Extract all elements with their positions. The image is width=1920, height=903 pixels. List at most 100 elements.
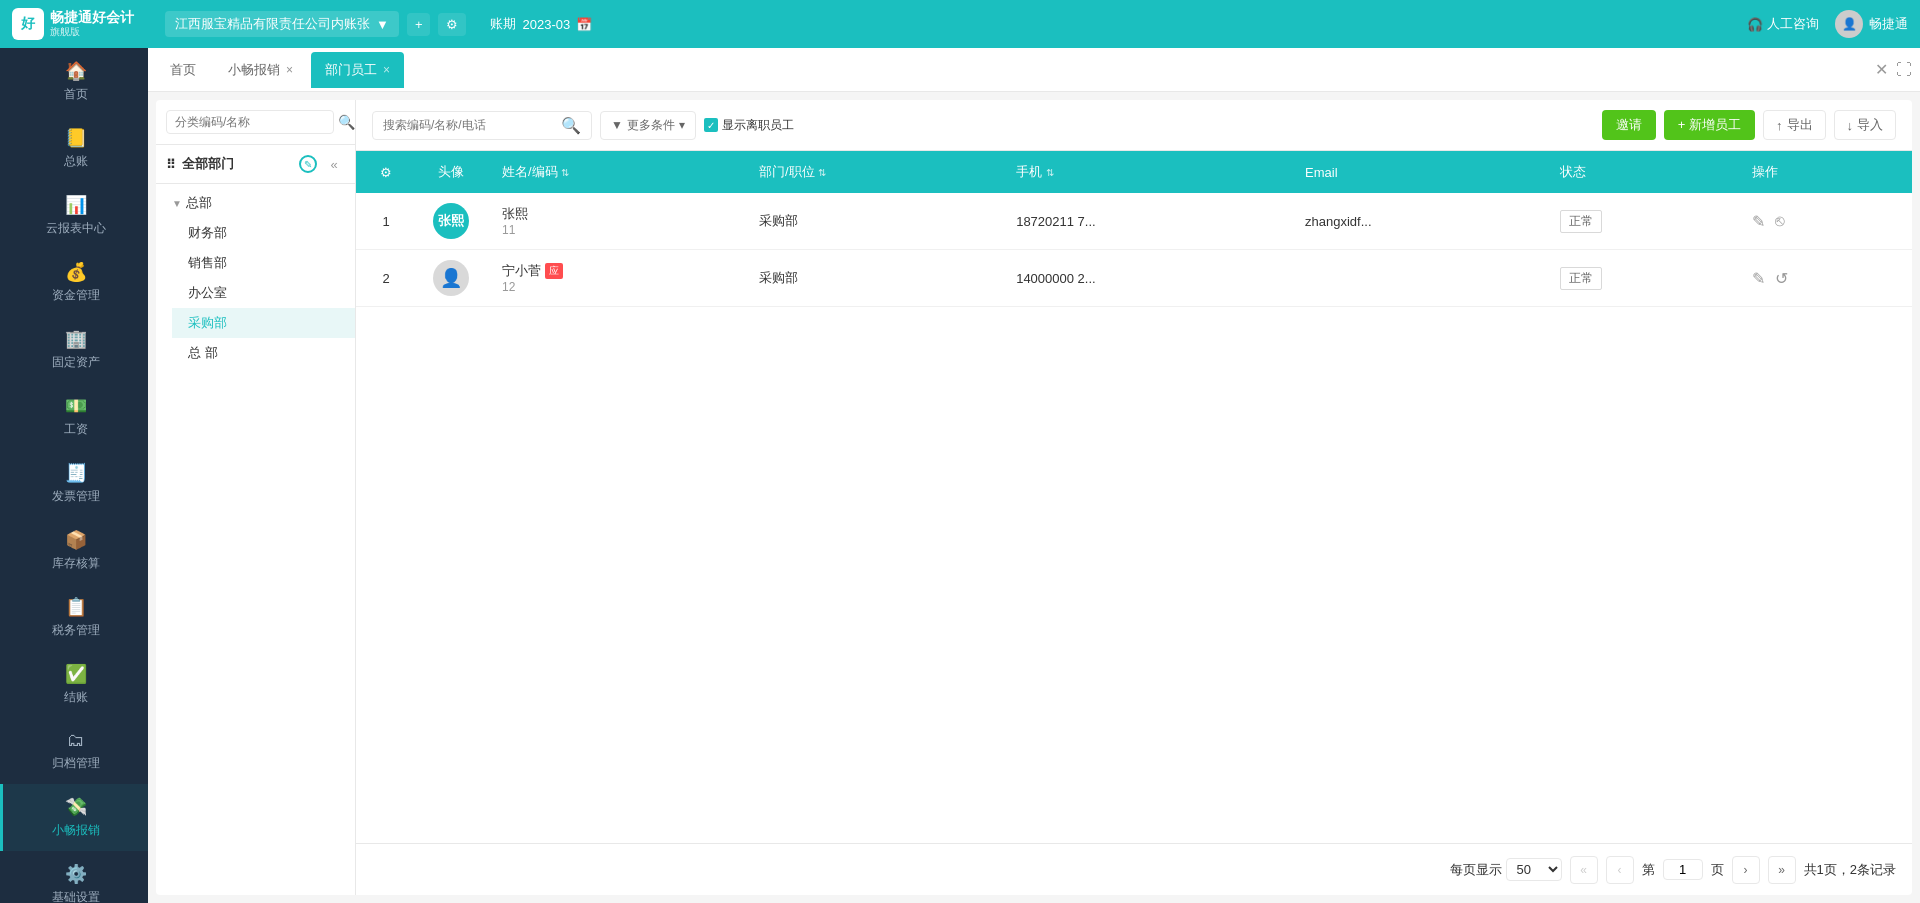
sidebar-item-salary[interactable]: 💵 工资 <box>0 383 148 450</box>
add-employee-button[interactable]: + 新增员工 <box>1664 110 1755 140</box>
avatar: 👤 <box>433 260 469 296</box>
content-area: 首页 小畅报销 × 部门员工 × ✕ ⛶ 🔍 <box>148 48 1920 903</box>
edit-employee-btn[interactable]: ✎ <box>1752 269 1765 288</box>
col-name[interactable]: 姓名/编码 ⇅ <box>486 151 743 193</box>
sort-icon: ⇅ <box>818 167 826 178</box>
export-icon: ↑ <box>1776 118 1783 133</box>
expand-triangle: ▼ <box>172 198 182 209</box>
dept-item-zongbu-parent[interactable]: ▼ 总部 <box>156 188 355 218</box>
sidebar-item-reports[interactable]: 📊 云报表中心 <box>0 182 148 249</box>
sidebar-item-inventory[interactable]: 📦 库存核算 <box>0 517 148 584</box>
employee-search-input[interactable] <box>383 118 557 132</box>
row-actions: ✎ ↺ <box>1736 250 1912 307</box>
dept-item-bangong[interactable]: 办公室 <box>172 278 355 308</box>
collapse-btn[interactable]: « <box>323 153 345 175</box>
logo-text: 畅捷通好会计 旗舰版 <box>50 9 134 40</box>
col-settings[interactable]: ⚙ <box>356 151 416 193</box>
dept-search-input[interactable] <box>166 110 334 134</box>
user-menu[interactable]: 👤 畅捷通 <box>1835 10 1908 38</box>
top-header: 好 畅捷通好会计 旗舰版 江西服宝精品有限责任公司内账张 ▼ + ⚙ 账期 20… <box>0 0 1920 48</box>
ledger-icon: 📒 <box>65 127 87 149</box>
filter-icon: ▼ <box>611 118 623 132</box>
row-phone: 18720211 7... <box>1000 193 1289 250</box>
checkbox-icon: ✓ <box>704 118 718 132</box>
status-badge: 应 <box>545 263 563 279</box>
import-button[interactable]: ↓ 导入 <box>1834 110 1897 140</box>
close-expense-tab[interactable]: × <box>286 63 293 77</box>
edit-icon: ✎ <box>299 155 317 173</box>
logout-employee-btn[interactable]: ⎋ <box>1775 212 1785 230</box>
reports-icon: 📊 <box>65 194 87 216</box>
export-button[interactable]: ↑ 导出 <box>1763 110 1826 140</box>
current-page-input[interactable] <box>1663 859 1703 880</box>
sidebar-item-home[interactable]: 🏠 首页 <box>0 48 148 115</box>
settings-btn[interactable]: ⚙ <box>438 13 466 36</box>
per-page-select[interactable]: 50 10 20 100 <box>1506 858 1562 881</box>
dept-item-caigou[interactable]: 采购部 <box>172 308 355 338</box>
all-dept-btn[interactable]: ⠿ 全部部门 <box>166 155 234 173</box>
col-phone[interactable]: 手机 ⇅ <box>1000 151 1289 193</box>
dept-item-xiaoshou[interactable]: 销售部 <box>172 248 355 278</box>
chevron-down-icon: ▼ <box>376 17 389 32</box>
home-icon: 🏠 <box>65 60 87 82</box>
delete-employee-btn[interactable]: ↺ <box>1775 269 1788 288</box>
toolbar-right: 邀请 + 新增员工 ↑ 导出 ↓ 导入 <box>1602 110 1896 140</box>
dept-header: ⠿ 全部部门 ✎ « <box>156 145 355 184</box>
sidebar-item-expense[interactable]: 💸 小畅报销 <box>0 784 148 851</box>
dept-search-button[interactable]: 🔍 <box>338 110 355 134</box>
sort-icon: ⇅ <box>1046 167 1054 178</box>
expand-icon[interactable]: ⛶ <box>1896 61 1912 79</box>
col-email: Email <box>1289 151 1544 193</box>
close-employees-tab[interactable]: × <box>383 63 390 77</box>
company-selector[interactable]: 江西服宝精品有限责任公司内账张 ▼ <box>165 11 399 37</box>
invoice-icon: 🧾 <box>65 462 87 484</box>
table-row: 2 👤 宁小菅 应 <box>356 250 1912 307</box>
sidebar-item-assets[interactable]: 🏢 固定资产 <box>0 316 148 383</box>
invite-button[interactable]: 邀请 <box>1602 110 1656 140</box>
employee-search-box: 🔍 <box>372 111 592 140</box>
dept-panel: 🔍 ⠿ 全部部门 ✎ « <box>156 100 356 895</box>
sidebar-item-capital[interactable]: 💰 资金管理 <box>0 249 148 316</box>
calendar-icon[interactable]: 📅 <box>576 17 592 32</box>
sidebar-item-archive[interactable]: 🗂 归档管理 <box>0 718 148 784</box>
first-page-btn[interactable]: « <box>1570 856 1598 884</box>
header-right: 🎧 人工咨询 👤 畅捷通 <box>1747 10 1908 38</box>
table-row: 1 张熙 张熙 11 采购部 <box>356 193 1912 250</box>
edit-employee-btn[interactable]: ✎ <box>1752 212 1765 231</box>
add-company-btn[interactable]: + <box>407 13 431 36</box>
row-avatar: 张熙 <box>416 193 486 250</box>
sidebar-item-ledger[interactable]: 📒 总账 <box>0 115 148 182</box>
row-num: 1 <box>356 193 416 250</box>
edit-dept-btn[interactable]: ✎ <box>297 153 319 175</box>
row-dept: 采购部 <box>743 193 1000 250</box>
sidebar-item-settings[interactable]: ⚙️ 基础设置 <box>0 851 148 903</box>
tab-home[interactable]: 首页 <box>156 52 210 88</box>
sidebar-item-tax[interactable]: 📋 税务管理 <box>0 584 148 651</box>
dept-children: 财务部 销售部 办公室 采购部 总 部 <box>156 218 355 368</box>
dept-item-zongbu2[interactable]: 总 部 <box>172 338 355 368</box>
col-dept[interactable]: 部门/职位 ⇅ <box>743 151 1000 193</box>
dept-search-area: 🔍 <box>156 100 355 145</box>
close-icon[interactable]: ✕ <box>1875 60 1888 79</box>
last-page-btn[interactable]: » <box>1768 856 1796 884</box>
settings-icon: ⚙️ <box>65 863 87 885</box>
employee-table: ⚙ 头像 姓名/编码 ⇅ 部门/职位 <box>356 151 1912 843</box>
prev-page-btn[interactable]: ‹ <box>1606 856 1634 884</box>
header-period: 账期 2023-03 📅 <box>490 15 592 33</box>
grid-icon: ⠿ <box>166 157 176 172</box>
employees-table: ⚙ 头像 姓名/编码 ⇅ 部门/职位 <box>356 151 1912 307</box>
tab-expense[interactable]: 小畅报销 × <box>214 52 307 88</box>
show-resigned-toggle[interactable]: ✓ 显示离职员工 <box>704 117 794 134</box>
next-page-btn[interactable]: › <box>1732 856 1760 884</box>
search-icon: 🔍 <box>561 116 581 135</box>
tab-employees[interactable]: 部门员工 × <box>311 52 404 88</box>
sidebar-item-closing[interactable]: ✅ 结账 <box>0 651 148 718</box>
dept-item-caiwu[interactable]: 财务部 <box>172 218 355 248</box>
sidebar-item-invoice[interactable]: 🧾 发票管理 <box>0 450 148 517</box>
main-layout: 🏠 首页 📒 总账 📊 云报表中心 💰 资金管理 🏢 固定资产 💵 工资 🧾 发… <box>0 48 1920 903</box>
capital-icon: 💰 <box>65 261 87 283</box>
inventory-icon: 📦 <box>65 529 87 551</box>
filter-btn[interactable]: ▼ 更多条件 ▾ <box>600 111 696 140</box>
service-btn[interactable]: 🎧 人工咨询 <box>1747 15 1819 33</box>
action-icons: ✎ ⎋ <box>1752 212 1896 231</box>
